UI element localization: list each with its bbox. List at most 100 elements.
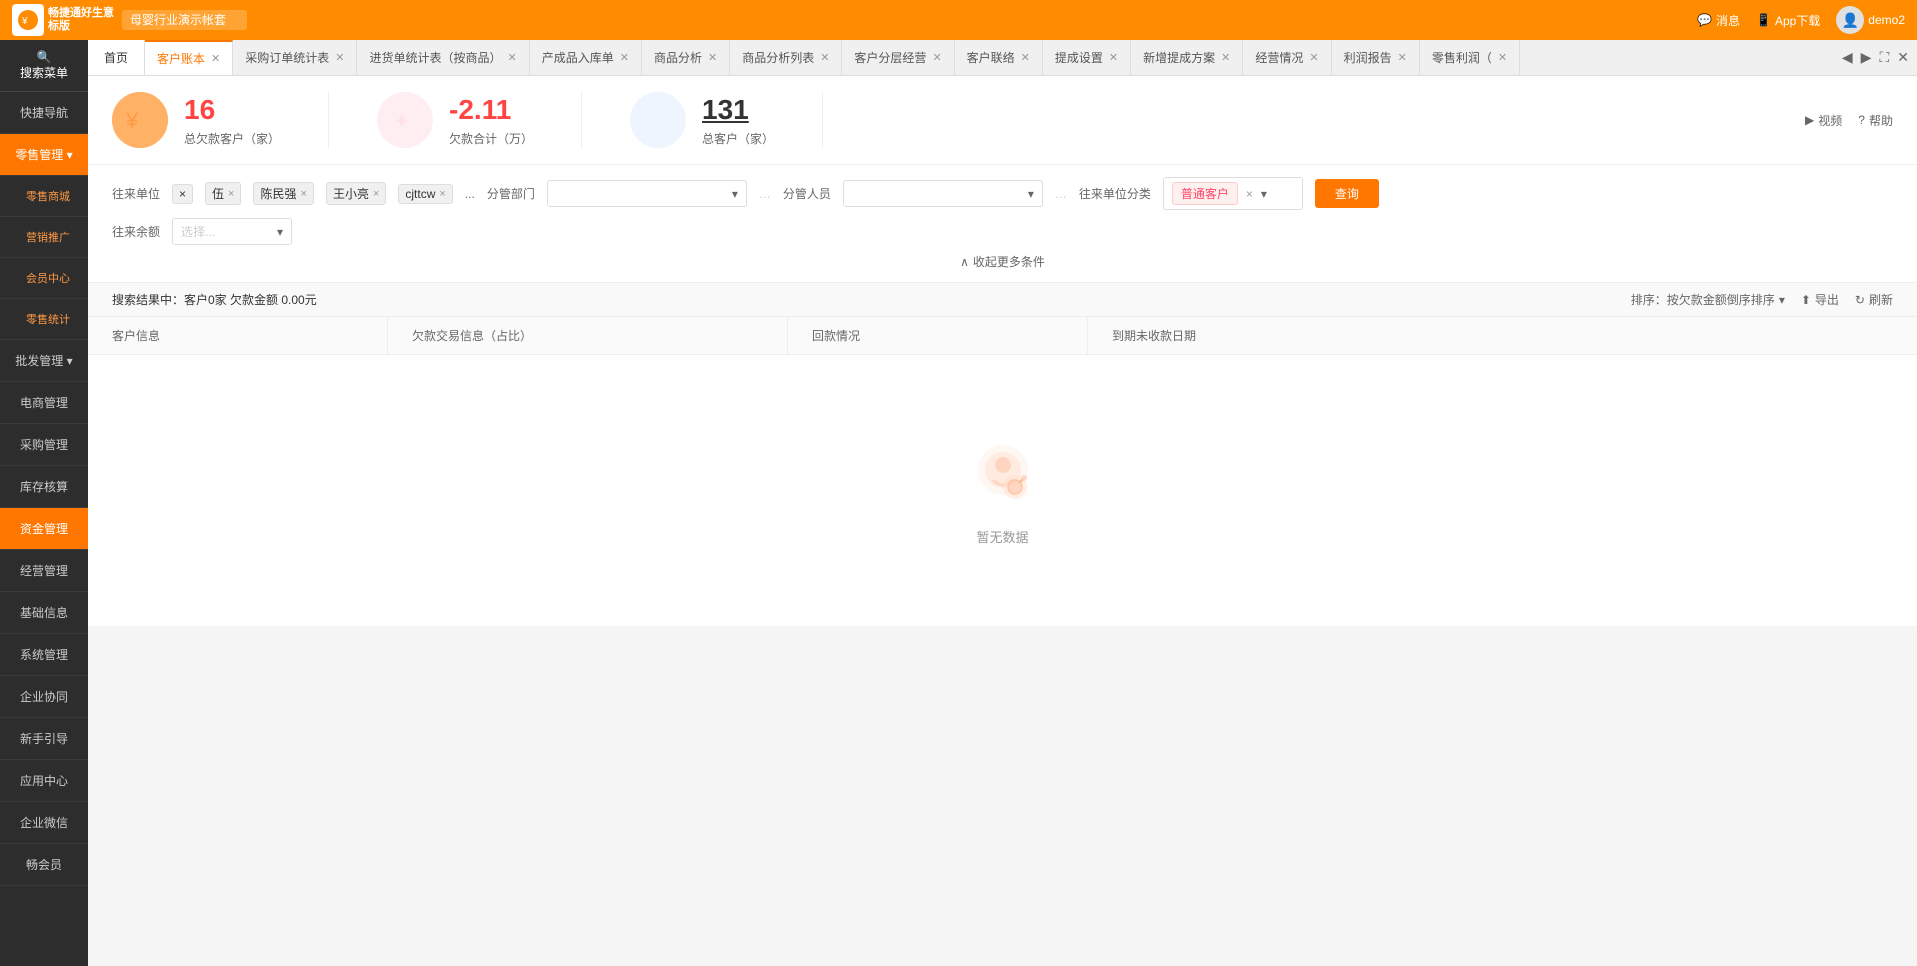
stat-total-customers: ¥ 16 总欠款客户（家） xyxy=(112,92,329,148)
app-download-button[interactable]: 📱 App下载 xyxy=(1756,12,1820,29)
tab-close-purchase-goods[interactable]: ✕ xyxy=(508,51,517,64)
filter-tag-wang: 王小亮 × xyxy=(326,182,386,205)
tab-close-all-button[interactable]: ✕ xyxy=(1897,49,1909,66)
unit-label: 往来单位 xyxy=(112,185,160,202)
export-button[interactable]: ⬆ 导出 xyxy=(1801,291,1839,308)
svg-text:¥: ¥ xyxy=(125,108,139,133)
sidebar-item-system[interactable]: 系统管理 xyxy=(0,634,88,676)
branch-person-label: 分管人员 xyxy=(783,185,831,202)
tab-raise-settings[interactable]: 提成设置 ✕ xyxy=(1043,40,1131,76)
tab-close-profit-report[interactable]: ✕ xyxy=(1398,51,1407,64)
tab-retail-profit[interactable]: 零售利润（ ✕ xyxy=(1420,40,1520,76)
remove-tag-chen[interactable]: × xyxy=(301,188,307,200)
sidebar-item-new-guide[interactable]: 新手引导 xyxy=(0,718,88,760)
remove-tag-cjttcw[interactable]: × xyxy=(439,188,445,200)
tab-purchase-order[interactable]: 采购订单统计表 ✕ xyxy=(233,40,357,76)
tab-close-raise-settings[interactable]: ✕ xyxy=(1109,51,1118,64)
sidebar-item-app-center[interactable]: 应用中心 xyxy=(0,760,88,802)
sidebar-item-inventory[interactable]: 库存核算 xyxy=(0,466,88,508)
tab-close-customer-segment[interactable]: ✕ xyxy=(932,51,941,64)
branch-dept-label: 分管部门 xyxy=(487,185,535,202)
tab-customer-account[interactable]: 客户账本 ✕ xyxy=(145,40,233,76)
sidebar-item-retail-mgmt[interactable]: 零售管理 ▾ xyxy=(0,134,88,176)
results-bar: 搜索结果中：客户0家 欠款金额 0.00元 排序：按欠款金额倒序排序 ▾ ⬆ 导… xyxy=(88,283,1917,317)
stat-value-customers: 16 xyxy=(184,94,280,126)
remove-category[interactable]: × xyxy=(1246,187,1253,201)
remove-tag-wu[interactable]: × xyxy=(228,188,234,200)
sidebar-item-ecommerce[interactable]: 电商管理 xyxy=(0,382,88,424)
sidebar-item-enterprise-wechat[interactable]: 企业微信 xyxy=(0,802,88,844)
expand-remaining-icon: ▾ xyxy=(277,225,283,239)
user-menu[interactable]: 👤 demo2 xyxy=(1836,6,1905,34)
stat-icon-customers: ¥ xyxy=(112,92,168,148)
video-button[interactable]: ▶ 视频 xyxy=(1805,112,1842,129)
tab-new-raise[interactable]: 新增提成方案 ✕ xyxy=(1131,40,1243,76)
search-icon: 🔍 xyxy=(37,50,52,64)
help-icon: ? xyxy=(1858,113,1865,127)
svg-text:¥: ¥ xyxy=(21,16,28,27)
stats-bar-actions: ▶ 视频 ? 帮助 xyxy=(1805,112,1893,129)
tab-close-customer-account[interactable]: ✕ xyxy=(211,52,220,65)
tab-close-goods-analysis[interactable]: ✕ xyxy=(708,51,717,64)
sidebar-item-retail-stats[interactable]: 零售统计 xyxy=(0,299,88,340)
sidebar-item-quick-nav[interactable]: 快捷导航 xyxy=(0,92,88,134)
tab-operation[interactable]: 经营情况 ✕ xyxy=(1243,40,1331,76)
th-repayment: 回款情况 xyxy=(788,317,1088,354)
tab-close-customer-contact[interactable]: ✕ xyxy=(1021,51,1030,64)
query-button[interactable]: 查询 xyxy=(1315,179,1379,208)
chevron-icon: ▾ xyxy=(67,354,73,368)
sort-label: 排序：按欠款金额倒序排序 xyxy=(1631,291,1775,308)
sidebar-item-finance[interactable]: 资金管理 xyxy=(0,508,88,550)
tab-goods-analysis-list[interactable]: 商品分析列表 ✕ xyxy=(730,40,842,76)
user-avatar: 👤 xyxy=(1836,6,1864,34)
sidebar-item-purchase[interactable]: 采购管理 xyxy=(0,424,88,466)
sidebar-item-marketing[interactable]: 营销推广 xyxy=(0,217,88,258)
tab-close-production[interactable]: ✕ xyxy=(620,51,629,64)
tab-close-new-raise[interactable]: ✕ xyxy=(1221,51,1230,64)
sidebar-item-operation[interactable]: 经营管理 xyxy=(0,550,88,592)
tab-profit-report[interactable]: 利润报告 ✕ xyxy=(1332,40,1420,76)
collapse-button[interactable]: ∧ 收起更多条件 xyxy=(960,253,1045,270)
tab-customer-segment[interactable]: 客户分层经营 ✕ xyxy=(842,40,954,76)
sort-select[interactable]: 排序：按欠款金额倒序排序 ▾ xyxy=(1631,291,1785,308)
sidebar-item-member[interactable]: 畅会员 xyxy=(0,844,88,886)
branch-dept-select[interactable]: ▾ xyxy=(547,180,747,207)
refresh-icon: ↻ xyxy=(1855,293,1865,307)
tab-close-purchase-order[interactable]: ✕ xyxy=(335,51,344,64)
help-button[interactable]: ? 帮助 xyxy=(1858,112,1893,129)
sidebar-item-retail-mall[interactable]: 零售商城 xyxy=(0,176,88,217)
data-table: 客户信息 欠款交易信息（占比） 回款情况 到期未收款日期 xyxy=(88,317,1917,626)
tab-goods-analysis[interactable]: 商品分析 ✕ xyxy=(642,40,730,76)
tab-close-retail-profit[interactable]: ✕ xyxy=(1498,51,1507,64)
branch-person-more[interactable]: … xyxy=(1055,187,1067,201)
th-customer-info: 客户信息 xyxy=(88,317,388,354)
remove-tag-wang[interactable]: × xyxy=(373,188,379,200)
tab-close-operation[interactable]: ✕ xyxy=(1309,51,1318,64)
tab-prev-button[interactable]: ◀ xyxy=(1842,49,1853,66)
tab-purchase-goods[interactable]: 进货单统计表（按商品） ✕ xyxy=(357,40,529,76)
collapse-icon: ∧ xyxy=(960,255,969,269)
tab-expand-button[interactable]: ⛶ xyxy=(1879,49,1889,66)
search-menu[interactable]: 🔍 搜索菜单 xyxy=(0,40,88,92)
remaining-select[interactable]: 选择... ▾ xyxy=(172,218,292,245)
tenant-select[interactable]: 母婴行业演示帐套 xyxy=(122,10,247,30)
sidebar-item-batch-mgmt[interactable]: 批发管理 ▾ xyxy=(0,340,88,382)
refresh-button[interactable]: ↻ 刷新 xyxy=(1855,291,1893,308)
svg-text:✦: ✦ xyxy=(393,111,410,133)
remaining-label: 往来余额 xyxy=(112,223,160,240)
page-content: ¥ 16 总欠款客户（家） ✦ xyxy=(88,76,1917,966)
tab-close-goods-analysis-list[interactable]: ✕ xyxy=(820,51,829,64)
tab-production[interactable]: 产成品入库单 ✕ xyxy=(530,40,642,76)
unit-category-select[interactable]: 普通客户 × ▾ xyxy=(1163,177,1303,210)
sidebar-item-basic-info[interactable]: 基础信息 xyxy=(0,592,88,634)
message-button[interactable]: 💬 消息 xyxy=(1697,12,1740,29)
tab-home[interactable]: 首页 xyxy=(88,40,145,76)
tab-customer-contact[interactable]: 客户联络 ✕ xyxy=(955,40,1043,76)
branch-person-select[interactable]: ▾ xyxy=(843,180,1043,207)
sidebar-item-enterprise[interactable]: 企业协同 xyxy=(0,676,88,718)
tab-next-button[interactable]: ▶ xyxy=(1861,49,1872,66)
filter-more-tags[interactable]: ... xyxy=(465,187,475,201)
branch-dept-more[interactable]: … xyxy=(759,187,771,201)
stats-bar: ¥ 16 总欠款客户（家） ✦ xyxy=(88,76,1917,165)
sidebar-item-member-center[interactable]: 会员中心 xyxy=(0,258,88,299)
